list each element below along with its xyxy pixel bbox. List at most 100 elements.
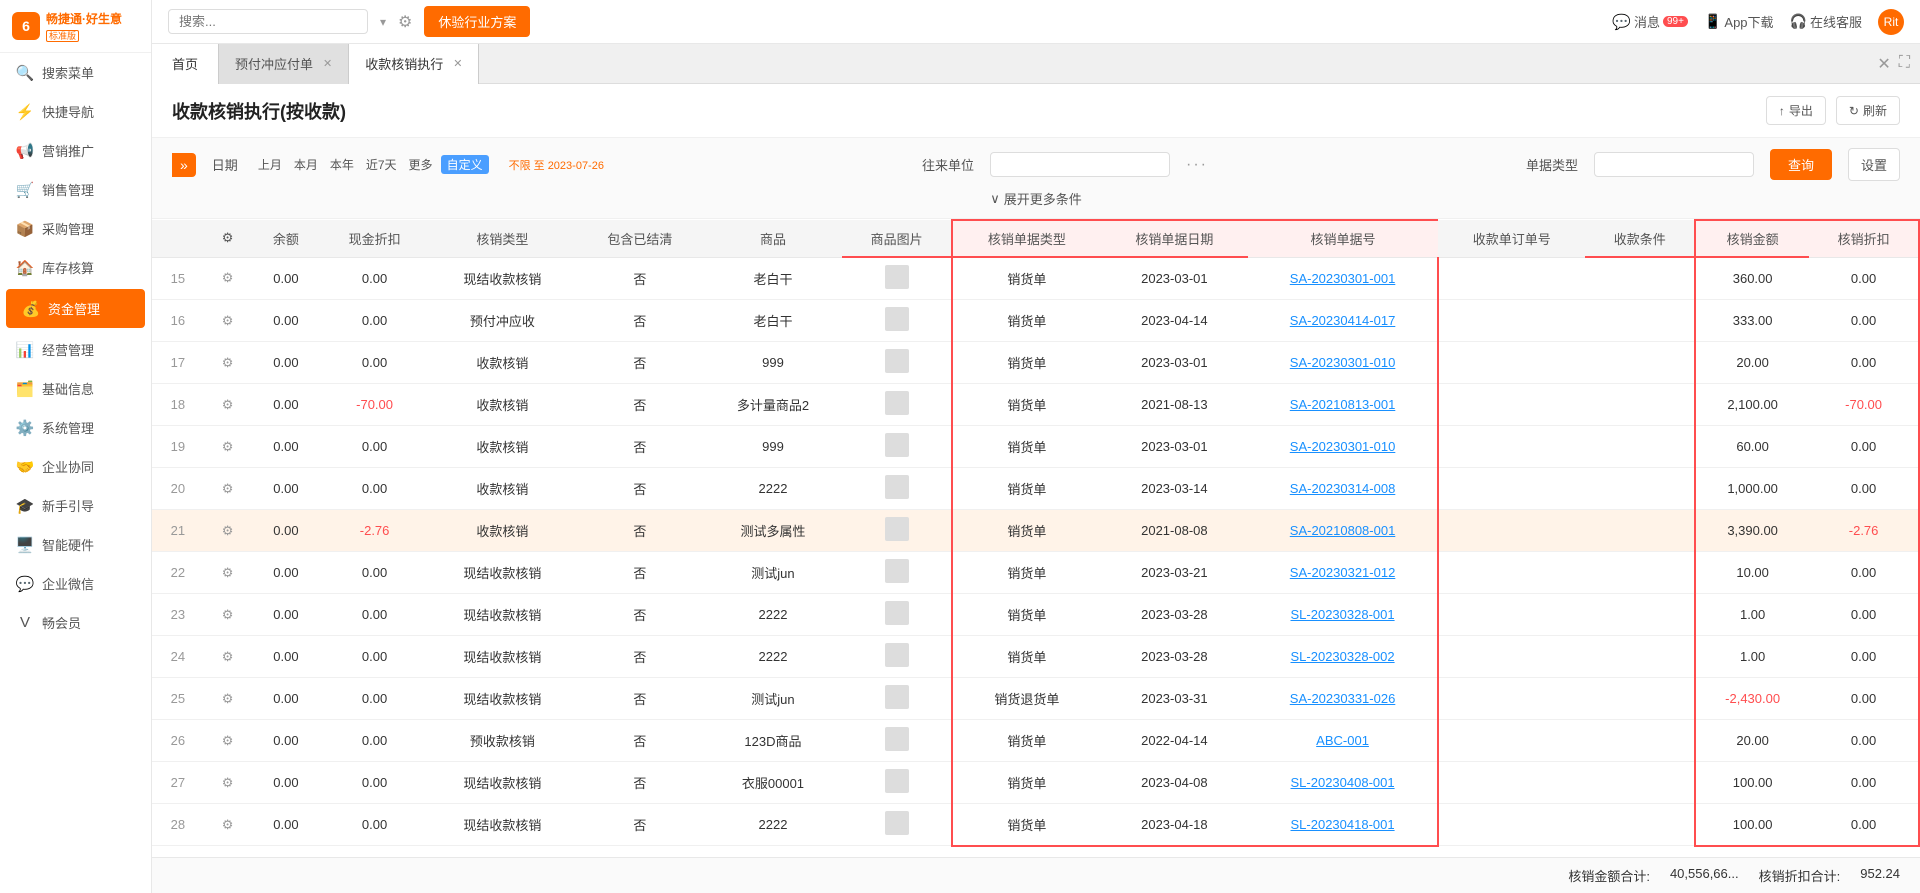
tab-collection[interactable]: 收款核销执行 ✕ — [349, 44, 479, 84]
verify-no-link[interactable]: SL-20230328-002 — [1291, 649, 1395, 664]
verify-no-link[interactable]: SA-20230314-008 — [1290, 481, 1396, 496]
filter-counterpart-input[interactable] — [990, 152, 1170, 177]
row-gear-icon[interactable]: ⚙ — [222, 481, 234, 496]
filter-query-btn[interactable]: 查询 — [1770, 149, 1832, 180]
sidebar-item-marketing[interactable]: 📢营销推广 — [0, 131, 151, 170]
th-balance: 余额 — [251, 220, 320, 257]
verify-no-link[interactable]: SA-20230321-012 — [1290, 565, 1396, 580]
td-collection_order_no — [1438, 426, 1585, 468]
sidebar-item-newbie[interactable]: 🎓新手引导 — [0, 486, 151, 525]
verify-no-link[interactable]: SA-20230301-001 — [1290, 271, 1396, 286]
row-gear-icon[interactable]: ⚙ — [222, 649, 234, 664]
sidebar-item-system[interactable]: ⚙️系统管理 — [0, 408, 151, 447]
tab-prepay[interactable]: 预付冲应付单 ✕ — [219, 44, 349, 84]
verify-no-link[interactable]: SL-20230418-001 — [1291, 817, 1395, 832]
filter-date-range: 不限 至 2023-07-26 — [509, 157, 604, 173]
expand-more-btn[interactable]: ∨ 展开更多条件 — [990, 189, 1082, 208]
filter-opt-this-year[interactable]: 本年 — [326, 154, 358, 175]
verify-no-link[interactable]: ABC-001 — [1316, 733, 1369, 748]
filter-expand-btn[interactable]: » — [172, 153, 196, 177]
td-verify_type: 现结收款核销 — [429, 804, 576, 846]
filter-opt-custom[interactable]: 自定义 — [441, 155, 489, 174]
table-row: 22⚙0.000.00现结收款核销否测试jun销货单2023-03-21SA-2… — [152, 552, 1919, 594]
sidebar-item-operations[interactable]: 📊经营管理 — [0, 330, 151, 369]
row-gear-icon[interactable]: ⚙ — [222, 397, 234, 412]
industry-btn[interactable]: 休验行业方案 — [424, 6, 530, 37]
table-row: 27⚙0.000.00现结收款核销否衣服00001销货单2023-04-08SL… — [152, 762, 1919, 804]
verify-no-link[interactable]: SA-20230301-010 — [1290, 355, 1396, 370]
td-cash_discount: 0.00 — [320, 762, 428, 804]
td-collection_condition — [1585, 720, 1695, 762]
td-collection_order_no — [1438, 510, 1585, 552]
user-avatar[interactable]: Rit — [1878, 9, 1904, 35]
td-verify_voucher_type: 销货退货单 — [952, 678, 1101, 720]
verify-no-link[interactable]: SA-20230301-010 — [1290, 439, 1396, 454]
topbar-dropdown-icon[interactable]: ▾ — [380, 15, 386, 29]
sidebar-item-purchase[interactable]: 📦采购管理 — [0, 209, 151, 248]
filter-expand-row: ∨ 展开更多条件 — [172, 189, 1900, 208]
filter-setting-btn[interactable]: 设置 — [1848, 148, 1900, 181]
td-balance: 0.00 — [251, 552, 320, 594]
export-btn[interactable]: ↑ 导出 — [1766, 96, 1826, 125]
topbar-search-input[interactable] — [168, 9, 368, 34]
sidebar-item-inventory[interactable]: 🏠库存核算 — [0, 248, 151, 287]
td-verify_no: SA-20230414-017 — [1248, 300, 1438, 342]
tabbar-close-icon[interactable]: ✕ — [1877, 54, 1890, 74]
sidebar-item-vip[interactable]: V畅会员 — [0, 603, 151, 642]
verify-no-link[interactable]: SA-20230331-026 — [1290, 691, 1396, 706]
td-include_settled: 否 — [576, 762, 704, 804]
verify-no-link[interactable]: SA-20210813-001 — [1290, 397, 1396, 412]
sidebar-item-finance[interactable]: 💰资金管理 — [6, 289, 145, 328]
sidebar-label-sales: 销售管理 — [42, 180, 94, 199]
filter-voucher-select[interactable] — [1594, 152, 1754, 177]
row-gear-icon[interactable]: ⚙ — [222, 523, 234, 538]
td-collection_order_no — [1438, 342, 1585, 384]
refresh-btn[interactable]: ↻ 刷新 — [1836, 96, 1900, 125]
td-cash_discount: 0.00 — [320, 257, 428, 300]
sidebar-item-collab[interactable]: 🤝企业协同 — [0, 447, 151, 486]
verify-no-link[interactable]: SA-20210808-001 — [1290, 523, 1396, 538]
td-collection_condition — [1585, 804, 1695, 846]
online-service[interactable]: 🎧 在线客服 — [1790, 12, 1862, 31]
row-gear-icon[interactable]: ⚙ — [222, 733, 234, 748]
row-gear-icon[interactable]: ⚙ — [222, 691, 234, 706]
sidebar-item-hardware[interactable]: 🖥️智能硬件 — [0, 525, 151, 564]
app-download[interactable]: 📱 App下载 — [1704, 12, 1774, 31]
sidebar-label-hardware: 智能硬件 — [42, 535, 94, 554]
tab-collection-close[interactable]: ✕ — [453, 57, 462, 70]
message-area[interactable]: 💬 消息 99+ — [1612, 12, 1688, 31]
topbar-gear-icon[interactable]: ⚙ — [398, 12, 412, 32]
filter-opt-more[interactable]: 更多 — [405, 154, 437, 175]
td-include_settled: 否 — [576, 804, 704, 846]
row-gear-icon[interactable]: ⚙ — [222, 313, 234, 328]
row-gear-icon[interactable]: ⚙ — [222, 439, 234, 454]
product-img — [885, 769, 909, 793]
row-gear-icon[interactable]: ⚙ — [222, 270, 234, 285]
tab-prepay-close[interactable]: ✕ — [323, 57, 332, 70]
td-verify_no: SA-20230301-001 — [1248, 257, 1438, 300]
td-verify_no: SA-20210808-001 — [1248, 510, 1438, 552]
sidebar-item-quick[interactable]: ⚡快捷导航 — [0, 92, 151, 131]
filter-opt-7days[interactable]: 近7天 — [362, 154, 401, 175]
filter-opt-this-month[interactable]: 本月 — [290, 154, 322, 175]
tab-home[interactable]: 首页 — [152, 44, 219, 84]
row-gear-icon[interactable]: ⚙ — [222, 355, 234, 370]
td-product: 测试jun — [704, 678, 843, 720]
row-gear-icon[interactable]: ⚙ — [222, 775, 234, 790]
row-gear-icon[interactable]: ⚙ — [222, 817, 234, 832]
verify-no-link[interactable]: SL-20230328-001 — [1291, 607, 1395, 622]
row-number: 18 — [152, 384, 204, 426]
row-gear-icon[interactable]: ⚙ — [222, 565, 234, 580]
filter-opt-last-month[interactable]: 上月 — [254, 154, 286, 175]
row-gear-icon[interactable]: ⚙ — [222, 607, 234, 622]
td-verify_amount: 100.00 — [1695, 762, 1809, 804]
sidebar-item-basic[interactable]: 🗂️基础信息 — [0, 369, 151, 408]
verify-no-link[interactable]: SL-20230408-001 — [1291, 775, 1395, 790]
tabbar-maximize-icon[interactable]: ⛶ — [1899, 54, 1910, 74]
verify-no-link[interactable]: SA-20230414-017 — [1290, 313, 1396, 328]
sidebar-item-wechat[interactable]: 💬企业微信 — [0, 564, 151, 603]
sidebar-item-search[interactable]: 🔍搜索菜单 — [0, 53, 151, 92]
sidebar-item-sales[interactable]: 🛒销售管理 — [0, 170, 151, 209]
sidebar-label-operations: 经营管理 — [42, 340, 94, 359]
td-product_img — [842, 510, 952, 552]
